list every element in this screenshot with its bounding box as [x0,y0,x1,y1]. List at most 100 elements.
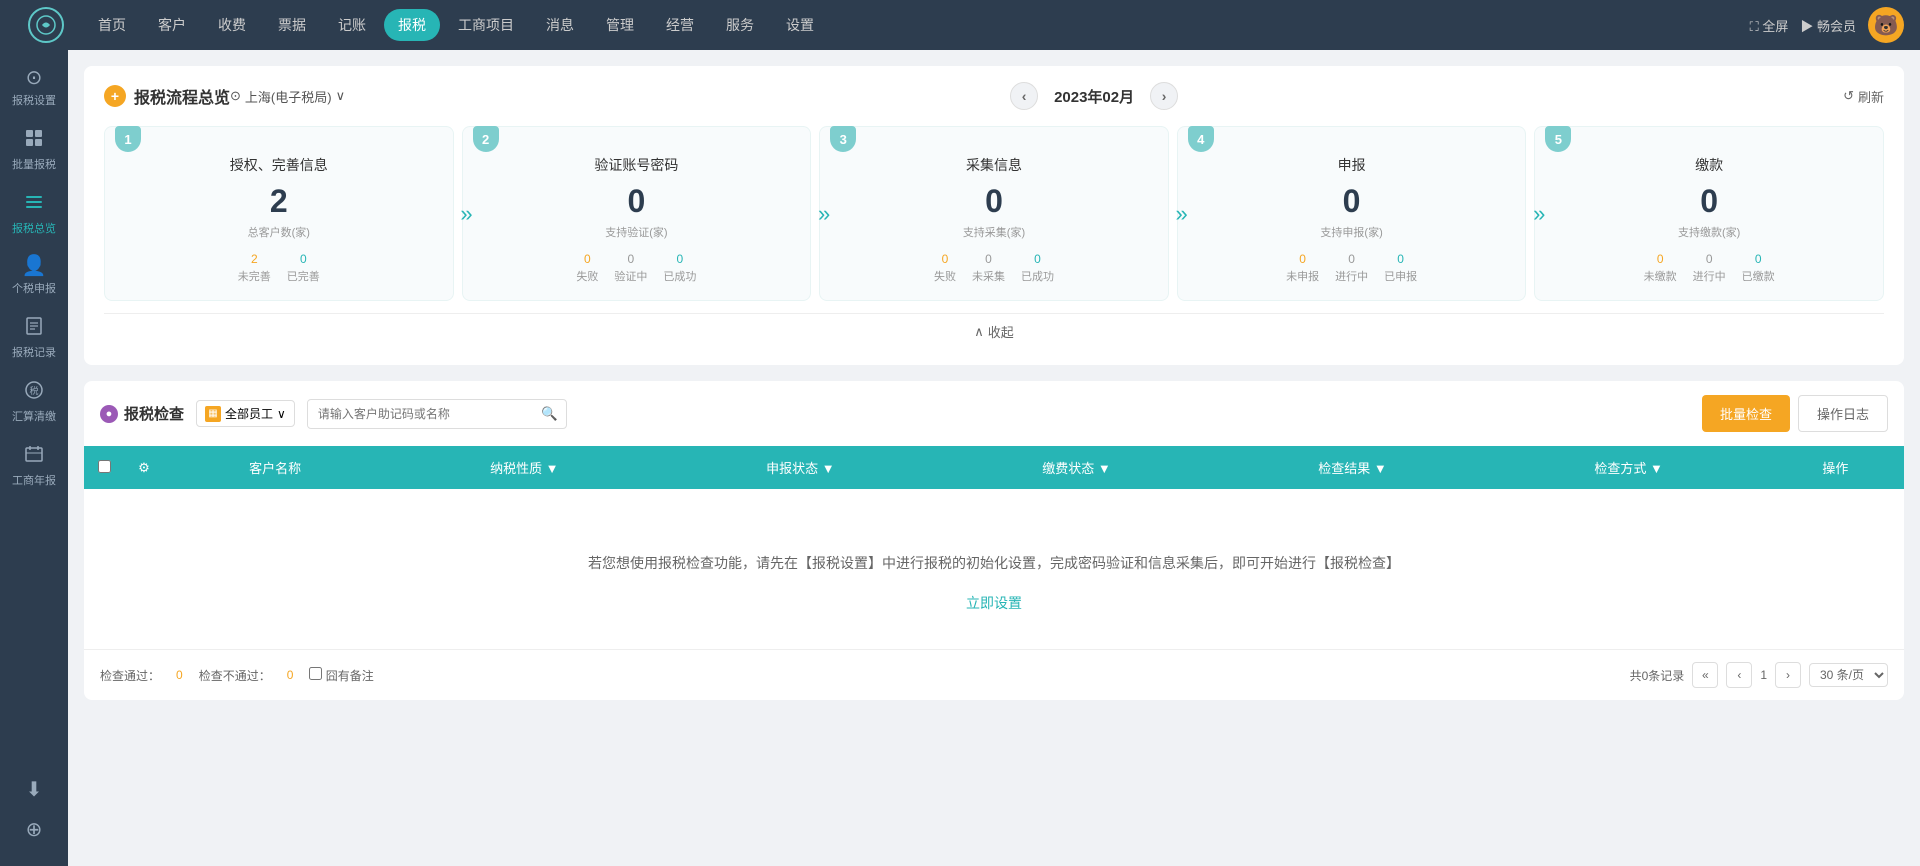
search-button[interactable]: 🔍 [533,400,566,428]
nav-bookkeeping[interactable]: 记账 [324,9,380,41]
nav-client[interactable]: 客户 [144,9,200,41]
step-1-stat-failed[interactable]: 2 未完善 [238,252,271,284]
batch-check-button[interactable]: 批量检查 [1702,395,1790,432]
sidebar-download-btn[interactable]: ⬇ [0,770,68,810]
location-selector[interactable]: ⊙ 上海(电子税局) ∨ [230,87,345,106]
sidebar-item-settlement[interactable]: 税 汇算清缴 [0,370,68,434]
sidebar-add-btn[interactable]: ⊕ [0,810,68,850]
table-empty-message: 若您想使用报税检查功能，请先在【报税设置】中进行报税的初始化设置，完成密码验证和… [84,489,1904,649]
prev-month-btn[interactable]: ‹ [1010,82,1038,110]
step-3-success-label: 已成功 [1021,268,1054,284]
step-3-pending-value: 0 [985,252,992,266]
fullscreen-btn[interactable]: ⛶ 全屏 [1750,16,1789,35]
settings-icon[interactable]: ⚙ [138,460,150,475]
nav-home[interactable]: 首页 [84,9,140,41]
search-input[interactable] [308,401,533,427]
prev-page-btn[interactable]: ‹ [1726,662,1752,688]
remark-filter[interactable]: 囧有备注 [309,667,373,684]
overview-title-icon: + [104,85,126,107]
settlement-icon: 税 [24,380,44,404]
operation-log-button[interactable]: 操作日志 [1798,395,1888,432]
step-3-number: 3 [830,126,856,152]
step-2-stat-pending[interactable]: 0 验证中 [614,252,647,284]
nav-fee[interactable]: 收费 [204,9,260,41]
nav-message[interactable]: 消息 [532,9,588,41]
step-3-stat-failed[interactable]: 0 失败 [934,252,956,284]
header-checkbox-col [84,446,124,489]
nav-invoice[interactable]: 票据 [264,9,320,41]
page-size-select[interactable]: 30 条/页 [1809,663,1888,687]
sidebar-label-settlement: 汇算清缴 [12,408,56,424]
step-5-stat-failed[interactable]: 0 未缴款 [1644,252,1677,284]
annual-report-icon [24,444,44,468]
step-2-stat-success[interactable]: 0 已成功 [663,252,696,284]
sidebar-item-tax-settings[interactable]: ⊙ 报税设置 [0,58,68,118]
sidebar-item-annual-report[interactable]: 工商年报 [0,434,68,498]
sidebar-label-batch-tax: 批量报税 [12,156,56,172]
check-title: ● 报税检查 [100,403,184,424]
step-1-stat-success[interactable]: 0 已完善 [287,252,320,284]
refresh-icon: ↺ [1843,88,1854,104]
nav-manage[interactable]: 管理 [592,9,648,41]
first-page-btn[interactable]: « [1692,662,1718,688]
step-2-stat-failed[interactable]: 0 失败 [576,252,598,284]
add-circle-icon: ⊕ [26,820,43,840]
step-3-stat-pending[interactable]: 0 未采集 [972,252,1005,284]
remark-checkbox[interactable] [309,667,322,680]
setting-link[interactable]: 立即设置 [966,595,1022,611]
next-month-btn[interactable]: › [1150,82,1178,110]
pagination: 共0条记录 « ‹ 1 › 30 条/页 [1630,662,1888,688]
overview-card: + 报税流程总览 ⊙ 上海(电子税局) ∨ ‹ 2023年02月 › ↺ 刷新 [84,66,1904,365]
download-icon: ⬇ [26,780,43,800]
member-btn[interactable]: ▶ 畅会员 [1800,16,1856,35]
step-3-stat-success[interactable]: 0 已成功 [1021,252,1054,284]
sidebar-item-individual-tax[interactable]: 👤 个税申报 [0,246,68,306]
step-4-stats: 0 未申报 0 进行中 0 已申报 [1194,252,1510,284]
step-5-count: 0 [1551,183,1867,220]
remark-label: 囧有备注 [326,669,374,683]
step-1-number: 1 [115,126,141,152]
sidebar-item-tax-record[interactable]: 报税记录 [0,306,68,370]
nav-operation[interactable]: 经营 [652,9,708,41]
step-4-pending-value: 0 [1348,252,1355,266]
search-box: 🔍 [307,399,567,429]
step-4-stat-failed[interactable]: 0 未申报 [1286,252,1319,284]
step-4-failed-label: 未申报 [1286,268,1319,284]
pass-value[interactable]: 0 [176,668,183,682]
step-authorize: 1 授权、完善信息 2 总客户数(家) 2 未完善 0 已完善 » [104,126,454,301]
step-1-stats: 2 未完善 0 已完善 [121,252,437,284]
refresh-btn[interactable]: ↺ 刷新 [1843,87,1884,106]
fail-value[interactable]: 0 [287,668,294,682]
step-5-failed-value: 0 [1657,252,1664,266]
tax-record-icon [24,316,44,340]
nav-settings[interactable]: 设置 [772,9,828,41]
step-2-number: 2 [473,126,499,152]
nav-tax[interactable]: 报税 [384,9,440,41]
nav-business[interactable]: 工商项目 [444,9,528,41]
collapse-btn[interactable]: ∧ 收起 [104,313,1884,349]
step-5-stat-success[interactable]: 0 已缴款 [1742,252,1775,284]
sidebar-item-batch-tax[interactable]: 批量报税 [0,118,68,182]
step-4-failed-value: 0 [1299,252,1306,266]
step-4-stat-pending[interactable]: 0 进行中 [1335,252,1368,284]
avatar[interactable]: 🐻 [1868,7,1904,43]
app-logo[interactable] [16,7,76,43]
location-arrow-icon: ∨ [336,88,346,104]
step-1-count: 2 [121,183,437,220]
step-5-success-label: 已缴款 [1742,268,1775,284]
step-4-stat-success[interactable]: 0 已申报 [1384,252,1417,284]
sidebar-item-tax-overview[interactable]: 报税总览 [0,182,68,246]
next-page-btn[interactable]: › [1775,662,1801,688]
staff-filter[interactable]: ▦ 全部员工 ∨ [196,400,295,427]
step-1-title: 授权、完善信息 [121,155,437,175]
step-5-stat-pending[interactable]: 0 进行中 [1693,252,1726,284]
refresh-label: 刷新 [1858,87,1884,106]
step-4-pending-label: 进行中 [1335,268,1368,284]
nav-service[interactable]: 服务 [712,9,768,41]
select-all-checkbox[interactable] [98,460,111,473]
tax-check-header: ● 报税检查 ▦ 全部员工 ∨ 🔍 批量检查 操作日志 [84,381,1904,446]
step-1-label: 总客户数(家) [121,224,437,240]
sidebar-label-individual-tax: 个税申报 [12,280,56,296]
pass-label: 检查通过： [100,667,160,684]
header-client-name: 客户名称 [164,446,386,489]
